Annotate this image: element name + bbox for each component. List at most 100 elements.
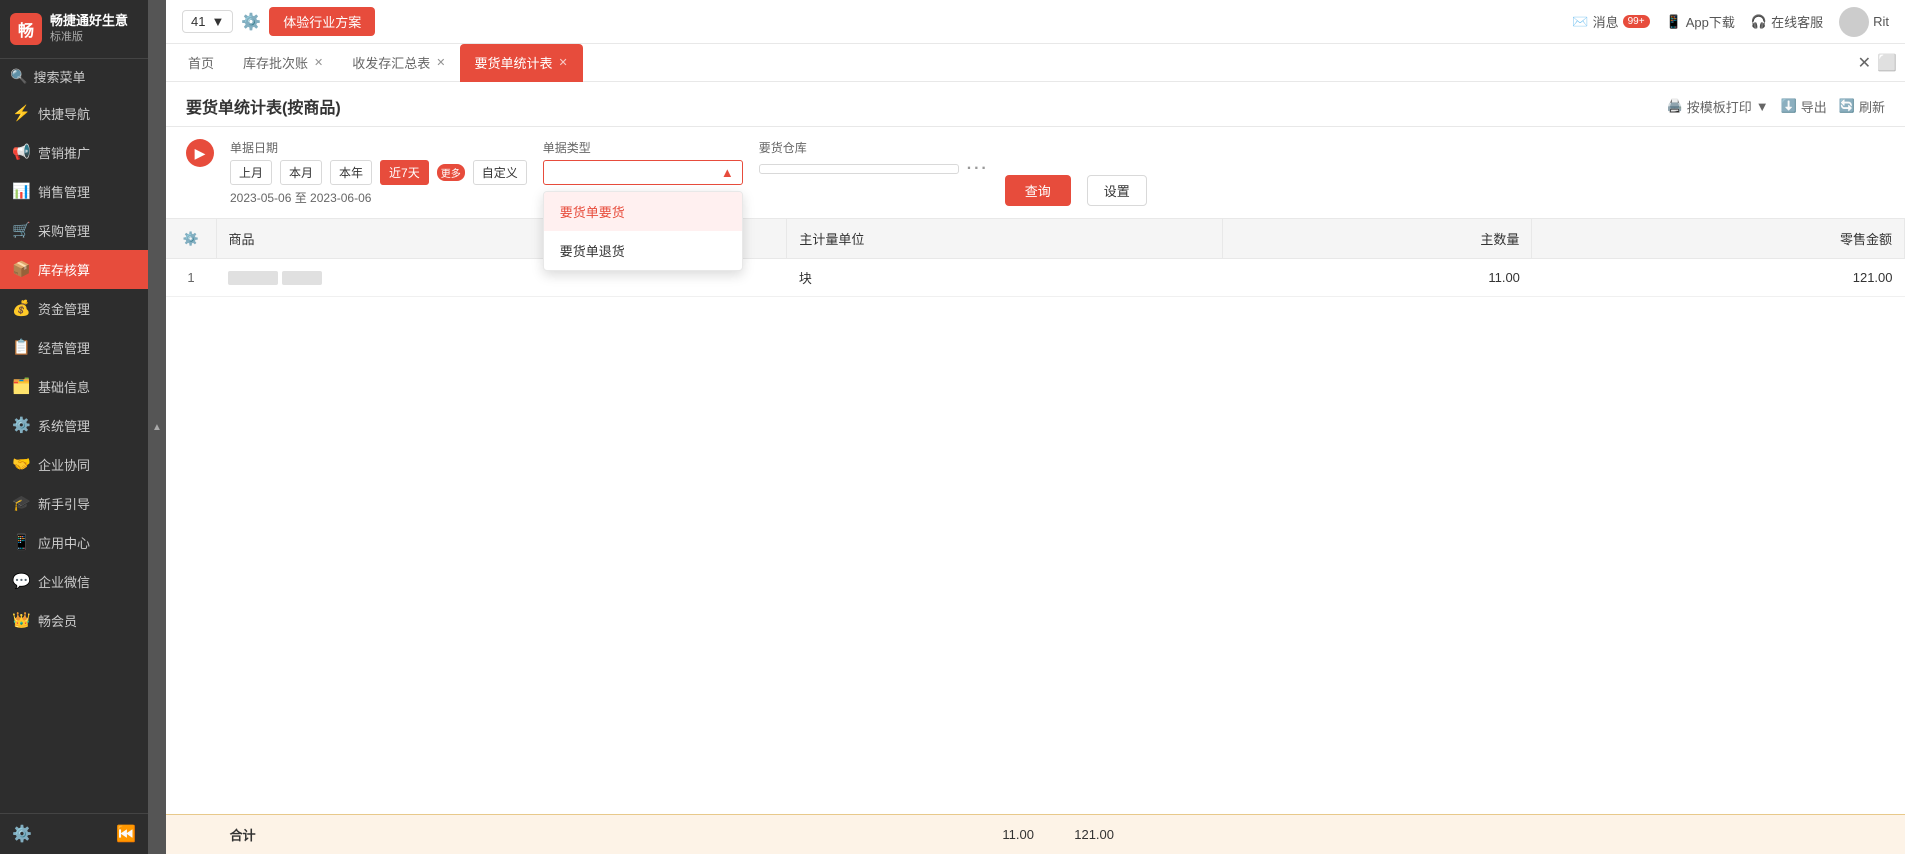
topbar-right: ✉️ 消息 99+ 📱 App下载 🎧 在线客服 Rit: [1572, 7, 1889, 37]
type-select-box[interactable]: ▲: [543, 160, 743, 185]
topbar: 41 ▼ ⚙️ 体验行业方案 ✉️ 消息 99+ 📱 App下载 🎧 在线客服: [166, 0, 1905, 44]
sidebar-footer: ⚙️ ⏮️: [0, 813, 148, 854]
tabs-expand-icon[interactable]: ⬜: [1877, 53, 1897, 73]
print-button[interactable]: 🖨️ 按模板打印 ▼: [1667, 97, 1769, 116]
date-filter-row: 上月 本月 本年 近7天 更多 自定义: [230, 160, 527, 185]
tab-collection[interactable]: 收发存汇总表 ✕: [338, 44, 460, 82]
refresh-button[interactable]: 🔄 刷新: [1839, 97, 1885, 116]
sidebar-item-marketing[interactable]: 📢 营销推广: [0, 133, 148, 172]
marketing-icon: 📢: [12, 143, 30, 161]
sidebar-item-sales[interactable]: 📊 销售管理: [0, 172, 148, 211]
page-header: 要货单统计表(按商品) 🖨️ 按模板打印 ▼ ⬇️ 导出 🔄 刷新: [166, 82, 1905, 127]
type-filter-group: 单据类型 ▲ 要货单要货 要货单退货: [543, 139, 743, 185]
data-table: ⚙️ 商品 主计量单位 主数量 零售金额: [166, 219, 1905, 297]
message-icon: ✉️: [1572, 14, 1588, 30]
summary-retail-amt: 121.00: [1046, 827, 1126, 842]
col-settings[interactable]: ⚙️: [166, 219, 216, 259]
table-header-row: ⚙️ 商品 主计量单位 主数量 零售金额: [166, 219, 1905, 259]
sidebar: 畅 畅捷通好生意 标准版 🔍 搜索菜单 ⚡ 快捷导航 📢 营销推广 📊 销售管理…: [0, 0, 148, 854]
setup-button[interactable]: 设置: [1087, 175, 1147, 206]
sidebar-search[interactable]: 🔍 搜索菜单: [0, 59, 148, 94]
finance-icon: 💰: [12, 299, 30, 317]
close-tab-inventory[interactable]: ✕: [314, 56, 323, 69]
sidebar-item-appstore[interactable]: 📱 应用中心: [0, 523, 148, 562]
sidebar-scroll-handle[interactable]: ▲: [148, 0, 166, 854]
industry-button[interactable]: 体验行业方案: [269, 7, 375, 36]
warehouse-filter-label: 要货仓库: [759, 139, 989, 156]
message-button[interactable]: ✉️ 消息 99+: [1572, 12, 1649, 31]
more-dates-badge[interactable]: 更多: [437, 164, 465, 181]
tab-home[interactable]: 首页: [174, 44, 229, 82]
table-body: 1 块 11.00 121.00: [166, 259, 1905, 297]
dropdown-item-order-goods[interactable]: 要货单要货: [544, 192, 742, 231]
sidebar-item-system[interactable]: ⚙️ 系统管理: [0, 406, 148, 445]
phone-icon: 📱: [1666, 14, 1682, 30]
app-download-button[interactable]: 📱 App下载: [1666, 12, 1735, 31]
date-btn-last-month[interactable]: 上月: [230, 160, 272, 185]
collapse-sidebar-icon[interactable]: ⏮️: [116, 824, 136, 844]
tabs-bar: 首页 库存批次账 ✕ 收发存汇总表 ✕ 要货单统计表 ✕ ✕ ⬜: [166, 44, 1905, 82]
col-unit: 主计量单位: [787, 219, 1222, 259]
date-btn-custom[interactable]: 自定义: [473, 160, 527, 185]
warehouse-filter-row: ···: [759, 160, 989, 178]
sidebar-item-enterprise[interactable]: 🤝 企业协同: [0, 445, 148, 484]
sidebar-logo: 畅 畅捷通好生意 标准版: [0, 0, 148, 59]
sidebar-item-vip[interactable]: 👑 畅会员: [0, 601, 148, 640]
tabs-close-all-icon[interactable]: ✕: [1858, 53, 1871, 73]
user-avatar[interactable]: Rit: [1839, 7, 1889, 37]
date-filter-group: 单据日期 上月 本月 本年 近7天 更多 自定义 2023-05-06 至 20…: [230, 139, 527, 206]
wechat-icon: 💬: [12, 572, 30, 590]
warehouse-more-button[interactable]: ···: [967, 160, 989, 178]
sidebar-item-wechat[interactable]: 💬 企业微信: [0, 562, 148, 601]
type-dropdown-menu: 要货单要货 要货单退货: [543, 191, 743, 271]
page-title: 要货单统计表(按商品): [186, 94, 341, 118]
dropdown-item-order-return[interactable]: 要货单退货: [544, 231, 742, 270]
settings-icon[interactable]: ⚙️: [12, 824, 32, 844]
basic-icon: 🗂️: [12, 377, 30, 395]
online-service-button[interactable]: 🎧 在线客服: [1751, 12, 1823, 31]
operation-icon: 📋: [12, 338, 30, 356]
guide-icon: 🎓: [12, 494, 30, 512]
arrow-right-icon: ▶: [195, 145, 206, 162]
expand-filter-button[interactable]: ▶: [186, 139, 214, 167]
date-btn-this-month[interactable]: 本月: [280, 160, 322, 185]
main-content: 41 ▼ ⚙️ 体验行业方案 ✉️ 消息 99+ 📱 App下载 🎧 在线客服: [166, 0, 1905, 854]
type-filter-row: ▲: [543, 160, 743, 185]
col-retail-amt: 零售金额: [1532, 219, 1905, 259]
print-dropdown-icon: ▼: [1756, 99, 1769, 114]
search-icon: 🔍: [10, 68, 27, 85]
tab-inventory[interactable]: 库存批次账 ✕: [229, 44, 338, 82]
sidebar-item-basic[interactable]: 🗂️ 基础信息: [0, 367, 148, 406]
topbar-settings-icon[interactable]: ⚙️: [241, 12, 261, 32]
close-tab-order-stats[interactable]: ✕: [559, 56, 568, 69]
tab-order-stats[interactable]: 要货单统计表 ✕: [460, 44, 582, 82]
app-logo-text: 畅捷通好生意 标准版: [50, 12, 128, 46]
summary-row: 合计 11.00 121.00: [166, 814, 1905, 854]
summary-label: 合计: [166, 825, 646, 844]
printer-icon: 🖨️: [1667, 98, 1683, 114]
query-button[interactable]: 查询: [1005, 175, 1071, 206]
sidebar-item-purchase[interactable]: 🛒 采购管理: [0, 211, 148, 250]
sidebar-item-inventory[interactable]: 📦 库存核算: [0, 250, 148, 289]
column-settings-icon[interactable]: ⚙️: [183, 231, 199, 246]
date-btn-this-year[interactable]: 本年: [330, 160, 372, 185]
sidebar-item-finance[interactable]: 💰 资金管理: [0, 289, 148, 328]
headset-icon: 🎧: [1751, 14, 1767, 30]
warehouse-select-box[interactable]: [759, 164, 959, 174]
warehouse-filter-group: 要货仓库 ···: [759, 139, 989, 178]
sidebar-item-operation[interactable]: 📋 经营管理: [0, 328, 148, 367]
sidebar-item-quick[interactable]: ⚡ 快捷导航: [0, 94, 148, 133]
date-range-display: 2023-05-06 至 2023-06-06: [230, 189, 527, 206]
type-dropdown-arrow: ▲: [721, 165, 734, 180]
type-dropdown-overlay: 要货单要货 要货单退货: [543, 191, 743, 271]
type-filter-label: 单据类型: [543, 139, 743, 156]
quick-icon: ⚡: [12, 104, 30, 122]
cell-retail-amt: 121.00: [1532, 259, 1905, 297]
company-selector[interactable]: 41 ▼: [182, 10, 233, 33]
sidebar-item-guide[interactable]: 🎓 新手引导: [0, 484, 148, 523]
cell-seq: 1: [166, 259, 216, 297]
date-btn-recent7[interactable]: 近7天: [380, 160, 429, 185]
export-button[interactable]: ⬇️ 导出: [1781, 97, 1827, 116]
close-tab-collection[interactable]: ✕: [436, 56, 445, 69]
date-filter-label: 单据日期: [230, 139, 527, 156]
